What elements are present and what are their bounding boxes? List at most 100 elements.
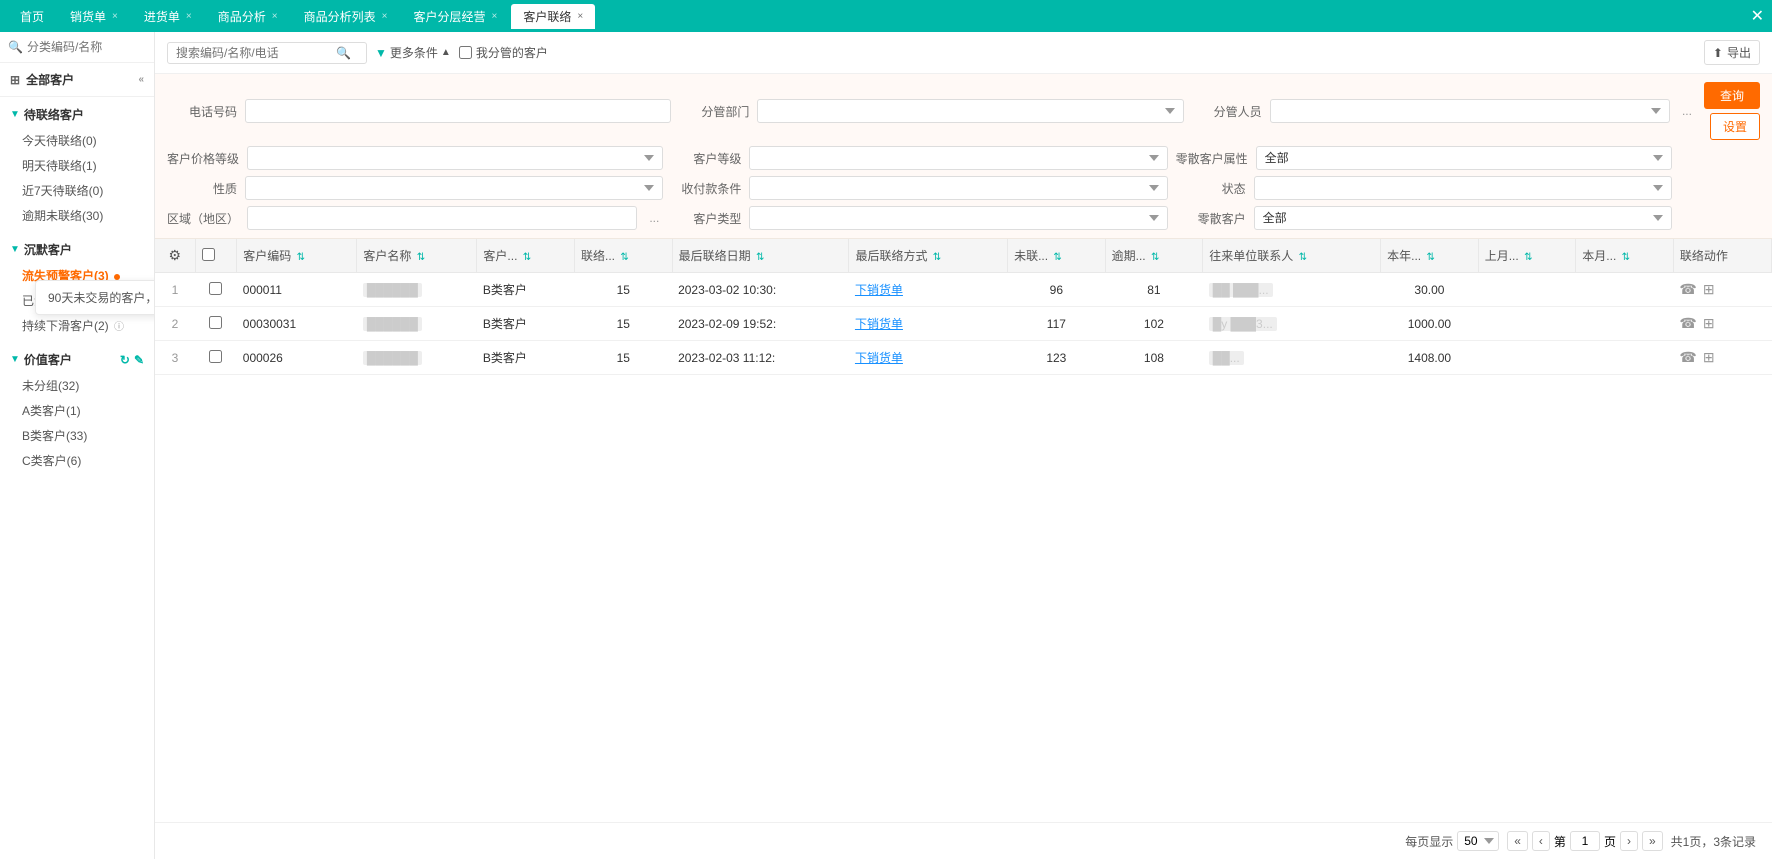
- filter-person-dots[interactable]: ...: [1678, 104, 1696, 118]
- sidebar-group-pending-header[interactable]: ▼ 待联络客户: [0, 101, 154, 128]
- search-icon[interactable]: 🔍: [336, 46, 351, 60]
- sidebar-all-customers[interactable]: ⊞ 全部客户 «: [0, 63, 154, 97]
- contact-sort-icon[interactable]: ⇅: [620, 252, 628, 263]
- query-btn[interactable]: 查询: [1704, 82, 1760, 109]
- nav-tab-home[interactable]: 首页: [8, 4, 56, 29]
- nav-tab-customer-contact[interactable]: 客户联络 ×: [511, 4, 595, 29]
- my-customers-checkbox[interactable]: [459, 46, 472, 59]
- nav-tab-customer-segment-close[interactable]: ×: [491, 11, 497, 22]
- per-page-select[interactable]: 50: [1457, 831, 1499, 851]
- last-date-sort-icon[interactable]: ⇅: [756, 252, 764, 263]
- sidebar-item-overdue[interactable]: 逾期未联络(30): [0, 203, 154, 228]
- nav-tab-analysis-list[interactable]: 商品分析列表 ×: [292, 4, 400, 29]
- last-month-sort-icon[interactable]: ⇅: [1524, 252, 1532, 263]
- filter-price-level-select[interactable]: [247, 146, 663, 170]
- sidebar-search-input[interactable]: [27, 40, 146, 54]
- filter-phone-input[interactable]: [245, 99, 671, 123]
- uncontact-sort-icon[interactable]: ⇅: [1053, 252, 1061, 263]
- nav-tab-sales-close[interactable]: ×: [112, 11, 118, 22]
- sidebar-item-drop-hold[interactable]: 持续下滑客户(2) ⓘ: [0, 313, 154, 338]
- nav-tab-customer-segment[interactable]: 客户分层经营 ×: [401, 4, 509, 29]
- row-checkbox-0[interactable]: [209, 282, 222, 295]
- action-grid-icon[interactable]: ⊞: [1703, 349, 1715, 366]
- filter-status-select[interactable]: [1254, 176, 1672, 200]
- table-settings-icon[interactable]: ⚙: [168, 247, 181, 263]
- last-method-link[interactable]: 下销货单: [855, 283, 903, 297]
- last-method-link[interactable]: 下销货单: [855, 351, 903, 365]
- export-btn[interactable]: ⬆ 导出: [1704, 40, 1760, 65]
- total-text: 共1页，3条记录: [1671, 833, 1756, 850]
- filter-region-input[interactable]: [247, 206, 637, 230]
- filter-customer-level-select[interactable]: [749, 146, 1167, 170]
- prev-page-btn[interactable]: ‹: [1532, 831, 1550, 851]
- nav-tab-purchase[interactable]: 进货单 ×: [132, 4, 204, 29]
- name-sort-icon[interactable]: ⇅: [417, 252, 425, 263]
- nav-tab-analysis-close[interactable]: ×: [272, 11, 278, 22]
- filter-scattered-prop-select[interactable]: 全部: [1256, 146, 1672, 170]
- value-refresh-icon[interactable]: ↻: [120, 353, 130, 367]
- td-name: ██████: [357, 307, 477, 341]
- overdue-sort-icon[interactable]: ⇅: [1151, 252, 1159, 263]
- sidebar-item-ungrouped[interactable]: 未分组(32): [0, 373, 154, 398]
- th-action-label: 联络动作: [1680, 249, 1728, 263]
- td-check: [195, 341, 237, 375]
- current-page-input[interactable]: [1570, 831, 1600, 851]
- select-all-checkbox[interactable]: [202, 248, 215, 261]
- sidebar-group-churn-header[interactable]: ▼ 沉默客户: [0, 236, 154, 263]
- settings-btn[interactable]: 设置: [1710, 113, 1760, 140]
- last-page-btn[interactable]: »: [1642, 831, 1663, 851]
- nav-tab-sales[interactable]: 销货单 ×: [58, 4, 130, 29]
- filter-region-label: 区域（地区）: [167, 210, 239, 227]
- filter-icon: ▼: [375, 46, 387, 60]
- close-all-btn[interactable]: ✕: [1751, 6, 1764, 26]
- sidebar-collapse-icon[interactable]: «: [138, 74, 144, 85]
- filter-nature-select[interactable]: [245, 176, 663, 200]
- this-year-sort-icon[interactable]: ⇅: [1426, 252, 1434, 263]
- sidebar-item-today[interactable]: 今天待联络(0): [0, 128, 154, 153]
- filter-payment-select[interactable]: [749, 176, 1167, 200]
- type-sort-icon[interactable]: ⇅: [523, 252, 531, 263]
- filter-phone-label: 电话号码: [167, 103, 237, 120]
- filter-region-dots[interactable]: ...: [645, 211, 663, 225]
- filter-dept-select[interactable]: [757, 99, 1183, 123]
- company-contact-sort-icon[interactable]: ⇅: [1299, 252, 1307, 263]
- row-checkbox-1[interactable]: [209, 316, 222, 329]
- sidebar-item-tomorrow[interactable]: 明天待联络(1): [0, 153, 154, 178]
- td-check: [195, 307, 237, 341]
- filter-dept-label: 分管部门: [679, 103, 749, 120]
- filter-customer-type-select[interactable]: [749, 206, 1167, 230]
- search-input[interactable]: [176, 46, 336, 60]
- action-grid-icon[interactable]: ⊞: [1703, 281, 1715, 298]
- sidebar-group-value-header[interactable]: ▼ 价值客户 ↻ ✎: [0, 346, 154, 373]
- this-month-sort-icon[interactable]: ⇅: [1622, 252, 1630, 263]
- value-edit-icon[interactable]: ✎: [134, 353, 144, 367]
- filter-nature-label: 性质: [167, 180, 237, 197]
- nav-tab-purchase-close[interactable]: ×: [186, 11, 192, 22]
- last-method-sort-icon[interactable]: ⇅: [933, 252, 941, 263]
- code-sort-icon[interactable]: ⇅: [297, 252, 305, 263]
- action-grid-icon[interactable]: ⊞: [1703, 315, 1715, 332]
- sidebar-item-class-b[interactable]: B类客户(33): [0, 423, 154, 448]
- nav-tab-home-label: 首页: [20, 8, 44, 25]
- action-phone-icon[interactable]: ☎: [1679, 349, 1696, 366]
- action-phone-icon[interactable]: ☎: [1679, 281, 1696, 298]
- nav-tab-customer-contact-close[interactable]: ×: [577, 11, 583, 22]
- td-last-month: [1478, 273, 1576, 307]
- td-last-method: 下销货单: [849, 307, 1008, 341]
- sidebar-item-class-a[interactable]: A类客户(1): [0, 398, 154, 423]
- nav-tab-analysis[interactable]: 商品分析 ×: [206, 4, 290, 29]
- churn-arrow-icon: ▼: [10, 244, 20, 255]
- filter-scattered-select[interactable]: 全部: [1254, 206, 1672, 230]
- sidebar-item-week[interactable]: 近7天待联络(0): [0, 178, 154, 203]
- more-conditions-btn[interactable]: ▼ 更多条件 ▲: [375, 44, 451, 61]
- filter-person-select[interactable]: [1270, 99, 1670, 123]
- last-method-link[interactable]: 下销货单: [855, 317, 903, 331]
- row-checkbox-2[interactable]: [209, 350, 222, 363]
- filter-item-region: 区域（地区） ...: [167, 206, 663, 230]
- table-row: 3 000026 ██████ B类客户 15 2023-02-03 11:12…: [155, 341, 1772, 375]
- sidebar-item-class-c[interactable]: C类客户(6): [0, 448, 154, 473]
- next-page-btn[interactable]: ›: [1620, 831, 1638, 851]
- first-page-btn[interactable]: «: [1507, 831, 1528, 851]
- nav-tab-analysis-list-close[interactable]: ×: [382, 11, 388, 22]
- action-phone-icon[interactable]: ☎: [1679, 315, 1696, 332]
